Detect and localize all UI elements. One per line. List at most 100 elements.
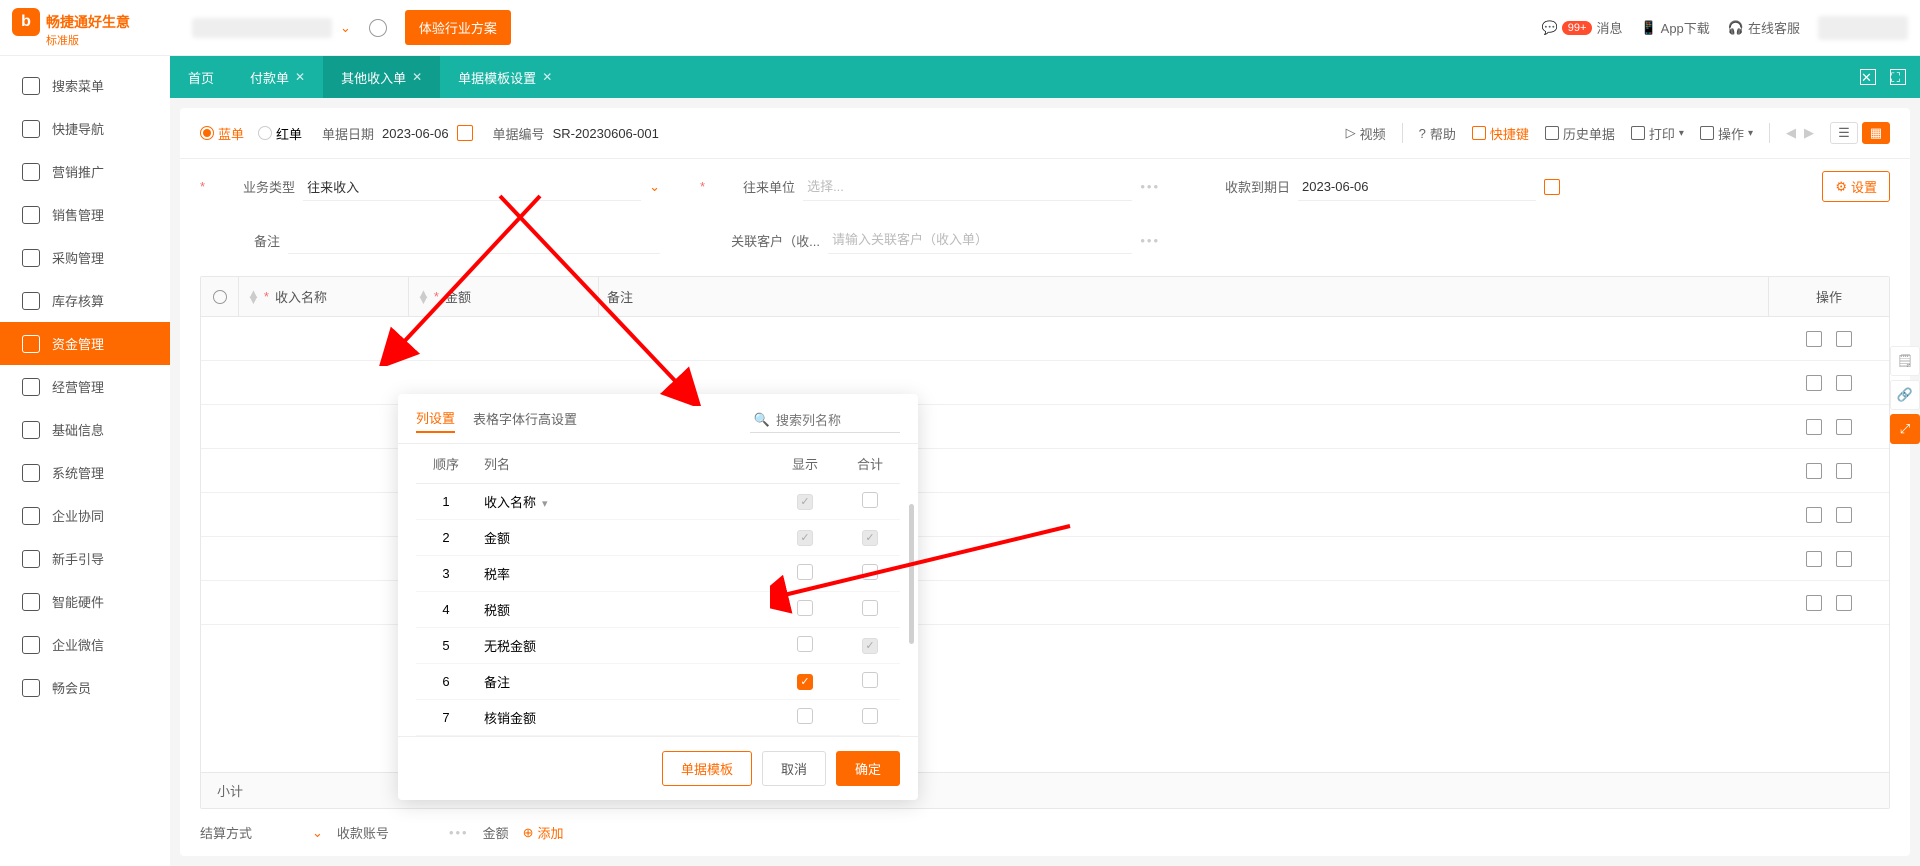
cancel-button[interactable]: 取消 — [762, 751, 826, 786]
remark-field[interactable]: 备注 — [200, 226, 660, 254]
sidebar-item[interactable]: 搜索菜单 — [0, 64, 170, 107]
copy-icon[interactable] — [1836, 331, 1852, 347]
close-icon[interactable]: ✕ — [295, 70, 305, 84]
due-field[interactable]: 收款到期日 — [1200, 173, 1560, 201]
link-icon[interactable]: 🔗 — [1890, 380, 1920, 410]
checkbox[interactable] — [862, 492, 878, 508]
app-download-link[interactable]: 📱 App下载 — [1640, 18, 1709, 37]
checkbox[interactable] — [862, 600, 878, 616]
copy-icon[interactable] — [1836, 463, 1852, 479]
sidebar-item[interactable]: 系统管理 — [0, 451, 170, 494]
ops-link[interactable]: 操作▾ — [1700, 124, 1753, 143]
delete-icon[interactable] — [1806, 331, 1822, 347]
more-icon[interactable]: ••• — [1140, 179, 1160, 194]
checkbox[interactable] — [797, 708, 813, 724]
sidebar-item[interactable]: 基础信息 — [0, 408, 170, 451]
tab[interactable]: 首页 — [170, 56, 232, 98]
sidebar-item[interactable]: 营销推广 — [0, 150, 170, 193]
sidebar-item[interactable]: 采购管理 — [0, 236, 170, 279]
tab[interactable]: 其他收入单✕ — [323, 56, 440, 98]
sidebar-item[interactable]: 销售管理 — [0, 193, 170, 236]
sidebar-item[interactable]: 畅会员 — [0, 666, 170, 709]
popup-tab-columns[interactable]: 列设置 — [416, 408, 455, 433]
close-icon[interactable]: ✕ — [542, 70, 552, 84]
add-link[interactable]: ⊕添加 — [523, 823, 564, 842]
header-gear-button[interactable] — [201, 277, 239, 316]
checkbox[interactable]: ✓ — [862, 530, 878, 546]
party-input[interactable] — [803, 173, 1132, 201]
sidebar-item[interactable]: 库存核算 — [0, 279, 170, 322]
expand-icon[interactable]: ⤢ — [1890, 414, 1920, 444]
checkbox[interactable]: ✓ — [797, 530, 813, 546]
checkbox[interactable]: ✓ — [797, 494, 813, 510]
biz-type-input[interactable] — [303, 173, 641, 201]
checkbox[interactable] — [797, 564, 813, 580]
sidebar-item[interactable]: 快捷导航 — [0, 107, 170, 150]
copy-icon[interactable] — [1836, 551, 1852, 567]
sidebar-item[interactable]: 资金管理 — [0, 322, 170, 365]
popup-search-input[interactable] — [776, 413, 896, 428]
checkbox[interactable] — [797, 600, 813, 616]
delete-icon[interactable] — [1806, 419, 1822, 435]
view-form-icon[interactable]: ▦ — [1862, 122, 1890, 144]
popup-search[interactable]: 🔍 — [750, 408, 900, 433]
radio-blue[interactable]: 蓝单 — [200, 124, 244, 143]
support-link[interactable]: 🎧 在线客服 — [1728, 18, 1800, 37]
user-blurred[interactable] — [1818, 16, 1908, 40]
delete-icon[interactable] — [1806, 551, 1822, 567]
expand-icon[interactable]: ⛶ — [1890, 69, 1906, 85]
tab[interactable]: 付款单✕ — [232, 56, 323, 98]
biz-type-field[interactable]: *业务类型 ⌄ — [200, 173, 660, 201]
industry-plan-button[interactable]: 体验行业方案 — [405, 10, 511, 45]
gear-icon[interactable] — [369, 19, 387, 37]
chevron-down-icon[interactable]: ▾ — [542, 498, 548, 510]
video-link[interactable]: ▷视频 — [1346, 124, 1386, 143]
delete-icon[interactable] — [1806, 507, 1822, 523]
close-icon[interactable]: ✕ — [412, 70, 422, 84]
settle-method-dd[interactable]: 结算方式 ⌄ — [200, 823, 323, 842]
copy-icon[interactable] — [1836, 419, 1852, 435]
rel-cust-input[interactable] — [828, 226, 1132, 254]
chevron-down-icon[interactable]: ⌄ — [649, 179, 660, 195]
messages-link[interactable]: 💬 99+ 消息 — [1542, 18, 1623, 37]
checkbox[interactable] — [797, 636, 813, 652]
amount-field[interactable]: 金额 — [483, 823, 509, 842]
rel-cust-field[interactable]: 关联客户（收... ••• — [700, 226, 1160, 254]
sidebar-item[interactable]: 智能硬件 — [0, 580, 170, 623]
radio-red[interactable]: 红单 — [258, 124, 302, 143]
page-arrows[interactable]: ◀▶ — [1786, 125, 1814, 141]
close-icon[interactable]: ✕ — [1860, 69, 1876, 85]
delete-icon[interactable] — [1806, 375, 1822, 391]
view-list-icon[interactable]: ☰ — [1830, 122, 1858, 144]
help-link[interactable]: ?帮助 — [1419, 124, 1456, 143]
sidebar-item[interactable]: 新手引导 — [0, 537, 170, 580]
sidebar-item[interactable]: 企业微信 — [0, 623, 170, 666]
checkbox[interactable]: ✓ — [797, 674, 813, 690]
sidebar-item[interactable]: 企业协同 — [0, 494, 170, 537]
print-link[interactable]: 打印▾ — [1631, 124, 1684, 143]
sidebar-item[interactable]: 经营管理 — [0, 365, 170, 408]
delete-icon[interactable] — [1806, 595, 1822, 611]
checkbox[interactable] — [862, 708, 878, 724]
copy-icon[interactable] — [1836, 375, 1852, 391]
shortcut-link[interactable]: 快捷键 — [1472, 124, 1529, 143]
checkbox[interactable] — [862, 564, 878, 580]
org-selector[interactable]: ⌄ — [192, 18, 387, 38]
due-input[interactable] — [1298, 173, 1536, 201]
bill-date[interactable]: 单据日期 2023-06-06 — [322, 124, 473, 143]
remark-input[interactable] — [288, 226, 660, 254]
checkbox[interactable]: ✓ — [862, 638, 878, 654]
table-row[interactable] — [201, 317, 1889, 361]
delete-icon[interactable] — [1806, 463, 1822, 479]
calendar-icon[interactable] — [1544, 179, 1560, 195]
checkbox[interactable] — [862, 672, 878, 688]
more-icon[interactable]: ••• — [1140, 233, 1160, 248]
party-field[interactable]: *往来单位 ••• — [700, 173, 1160, 201]
copy-icon[interactable] — [1836, 507, 1852, 523]
note-icon[interactable]: 🗒 — [1890, 346, 1920, 376]
tab[interactable]: 单据模板设置✕ — [440, 56, 570, 98]
copy-icon[interactable] — [1836, 595, 1852, 611]
calendar-icon[interactable] — [457, 125, 473, 141]
settings-button[interactable]: ⚙设置 — [1822, 171, 1890, 202]
history-link[interactable]: 历史单据 — [1545, 124, 1615, 143]
